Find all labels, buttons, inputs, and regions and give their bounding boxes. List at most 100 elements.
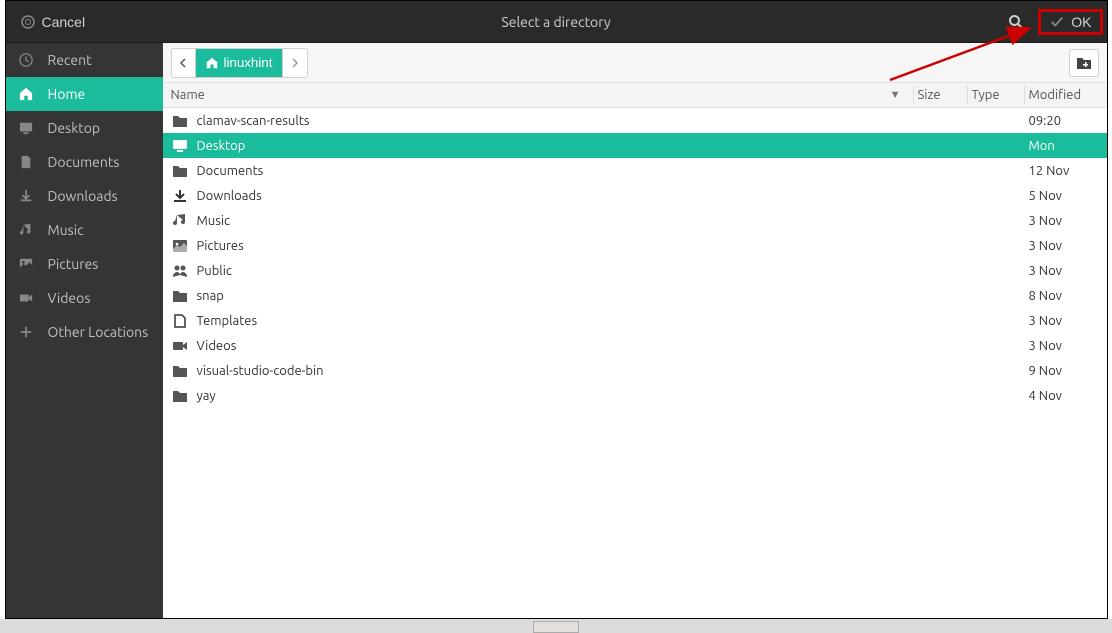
file-name: Pictures <box>197 239 936 253</box>
file-modified: 3 Nov <box>1029 239 1099 253</box>
sidebar-label: Downloads <box>48 188 118 204</box>
desktop-icon <box>171 137 189 155</box>
file-modified: 12 Nov <box>1029 164 1099 178</box>
template-icon <box>171 312 189 330</box>
file-name: Music <box>197 214 936 228</box>
sidebar-label: Desktop <box>48 120 101 136</box>
folder-icon <box>171 162 189 180</box>
file-modified: 3 Nov <box>1029 264 1099 278</box>
file-modified: 09:20 <box>1029 114 1099 128</box>
file-modified: 5 Nov <box>1029 189 1099 203</box>
music-icon <box>171 212 189 230</box>
column-name[interactable]: Name ▼ <box>171 88 909 102</box>
path-segment-home[interactable]: linuxhint <box>196 49 284 77</box>
file-modified: 3 Nov <box>1029 314 1099 328</box>
file-name: Downloads <box>197 189 936 203</box>
check-icon <box>1049 14 1065 30</box>
file-name: snap <box>197 289 936 303</box>
path-forward-button[interactable] <box>283 49 307 77</box>
public-icon <box>171 262 189 280</box>
file-row[interactable]: yay 4 Nov <box>163 383 1107 408</box>
columns-header: Name ▼ Size Type Modified <box>163 83 1107 108</box>
folder-icon <box>171 362 189 380</box>
sidebar-item-desktop[interactable]: Desktop <box>6 111 163 145</box>
videos-icon <box>18 290 34 306</box>
file-row[interactable]: Public 3 Nov <box>163 258 1107 283</box>
home-icon <box>18 86 34 102</box>
chevron-right-icon <box>291 58 299 68</box>
file-name: visual-studio-code-bin <box>197 364 936 378</box>
column-type[interactable]: Type <box>972 88 1020 102</box>
sidebar-item-home[interactable]: Home <box>6 77 163 111</box>
sidebar-item-videos[interactable]: Videos <box>6 281 163 315</box>
file-name: Public <box>197 264 936 278</box>
file-row[interactable]: Desktop Mon <box>163 133 1107 158</box>
file-name: Templates <box>197 314 936 328</box>
ok-label: OK <box>1071 14 1091 30</box>
file-chooser-dialog: Cancel Select a directory OK Recent <box>5 0 1108 619</box>
titlebar: Cancel Select a directory OK <box>6 1 1107 43</box>
sidebar-label: Other Locations <box>48 324 149 340</box>
desktop-icon <box>18 120 34 136</box>
picture-icon <box>171 237 189 255</box>
folder-plus-icon <box>1076 56 1092 70</box>
cancel-button[interactable]: Cancel <box>10 8 96 36</box>
sidebar-label: Home <box>48 86 86 102</box>
sidebar-item-other-locations[interactable]: Other Locations <box>6 315 163 349</box>
file-name: Desktop <box>197 139 936 153</box>
folder-icon <box>171 387 189 405</box>
sidebar-label: Videos <box>48 290 91 306</box>
documents-icon <box>18 154 34 170</box>
file-modified: 4 Nov <box>1029 389 1099 403</box>
file-row[interactable]: Downloads 5 Nov <box>163 183 1107 208</box>
sort-indicator-icon: ▼ <box>890 89 901 101</box>
file-modified: 9 Nov <box>1029 364 1099 378</box>
file-row[interactable]: Videos3 Nov <box>163 333 1107 358</box>
sidebar-item-music[interactable]: Music <box>6 213 163 247</box>
pictures-icon <box>18 256 34 272</box>
sidebar-label: Documents <box>48 154 120 170</box>
file-name: Documents <box>197 164 936 178</box>
path-back-button[interactable] <box>172 49 196 77</box>
music-icon <box>18 222 34 238</box>
file-list[interactable]: clamav-scan-results 09:20 Desktop Mon Docume… <box>163 108 1107 618</box>
file-modified: 8 Nov <box>1029 289 1099 303</box>
folder-icon <box>171 112 189 130</box>
sidebar-item-downloads[interactable]: Downloads <box>6 179 163 213</box>
search-button[interactable] <box>998 8 1034 36</box>
file-modified: 3 Nov <box>1029 214 1099 228</box>
ok-button[interactable]: OK <box>1038 9 1102 35</box>
search-icon <box>1008 14 1024 30</box>
file-name: Videos <box>197 339 936 353</box>
pathbar: linuxhint <box>163 43 1107 83</box>
file-row[interactable]: clamav-scan-results 09:20 <box>163 108 1107 133</box>
file-row[interactable]: Documents 12 Nov <box>163 158 1107 183</box>
file-row[interactable]: snap 8 Nov <box>163 283 1107 308</box>
downloads-icon <box>18 188 34 204</box>
cancel-icon <box>20 14 36 30</box>
sidebar-label: Recent <box>48 52 92 68</box>
folder-icon <box>171 287 189 305</box>
places-sidebar: Recent Home Desktop Documents Downloads … <box>6 43 163 618</box>
new-folder-button[interactable] <box>1069 49 1099 77</box>
cancel-label: Cancel <box>42 14 86 30</box>
file-row[interactable]: Templates 3 Nov <box>163 308 1107 333</box>
file-row[interactable]: Music 3 Nov <box>163 208 1107 233</box>
sidebar-item-pictures[interactable]: Pictures <box>6 247 163 281</box>
file-name: yay <box>197 389 936 403</box>
home-icon <box>206 57 218 69</box>
file-row[interactable]: Pictures 3 Nov <box>163 233 1107 258</box>
sidebar-label: Music <box>48 222 84 238</box>
file-name: clamav-scan-results <box>197 114 936 128</box>
column-modified[interactable]: Modified <box>1029 88 1099 102</box>
sidebar-item-documents[interactable]: Documents <box>6 145 163 179</box>
file-row[interactable]: visual-studio-code-bin 9 Nov <box>163 358 1107 383</box>
column-size[interactable]: Size <box>918 88 963 102</box>
download-icon <box>171 187 189 205</box>
video-icon <box>171 337 189 355</box>
path-label: linuxhint <box>224 55 273 70</box>
sidebar-item-recent[interactable]: Recent <box>6 43 163 77</box>
file-modified: Mon <box>1029 139 1099 153</box>
clock-icon <box>18 52 34 68</box>
window-resize-handle[interactable] <box>533 621 579 633</box>
